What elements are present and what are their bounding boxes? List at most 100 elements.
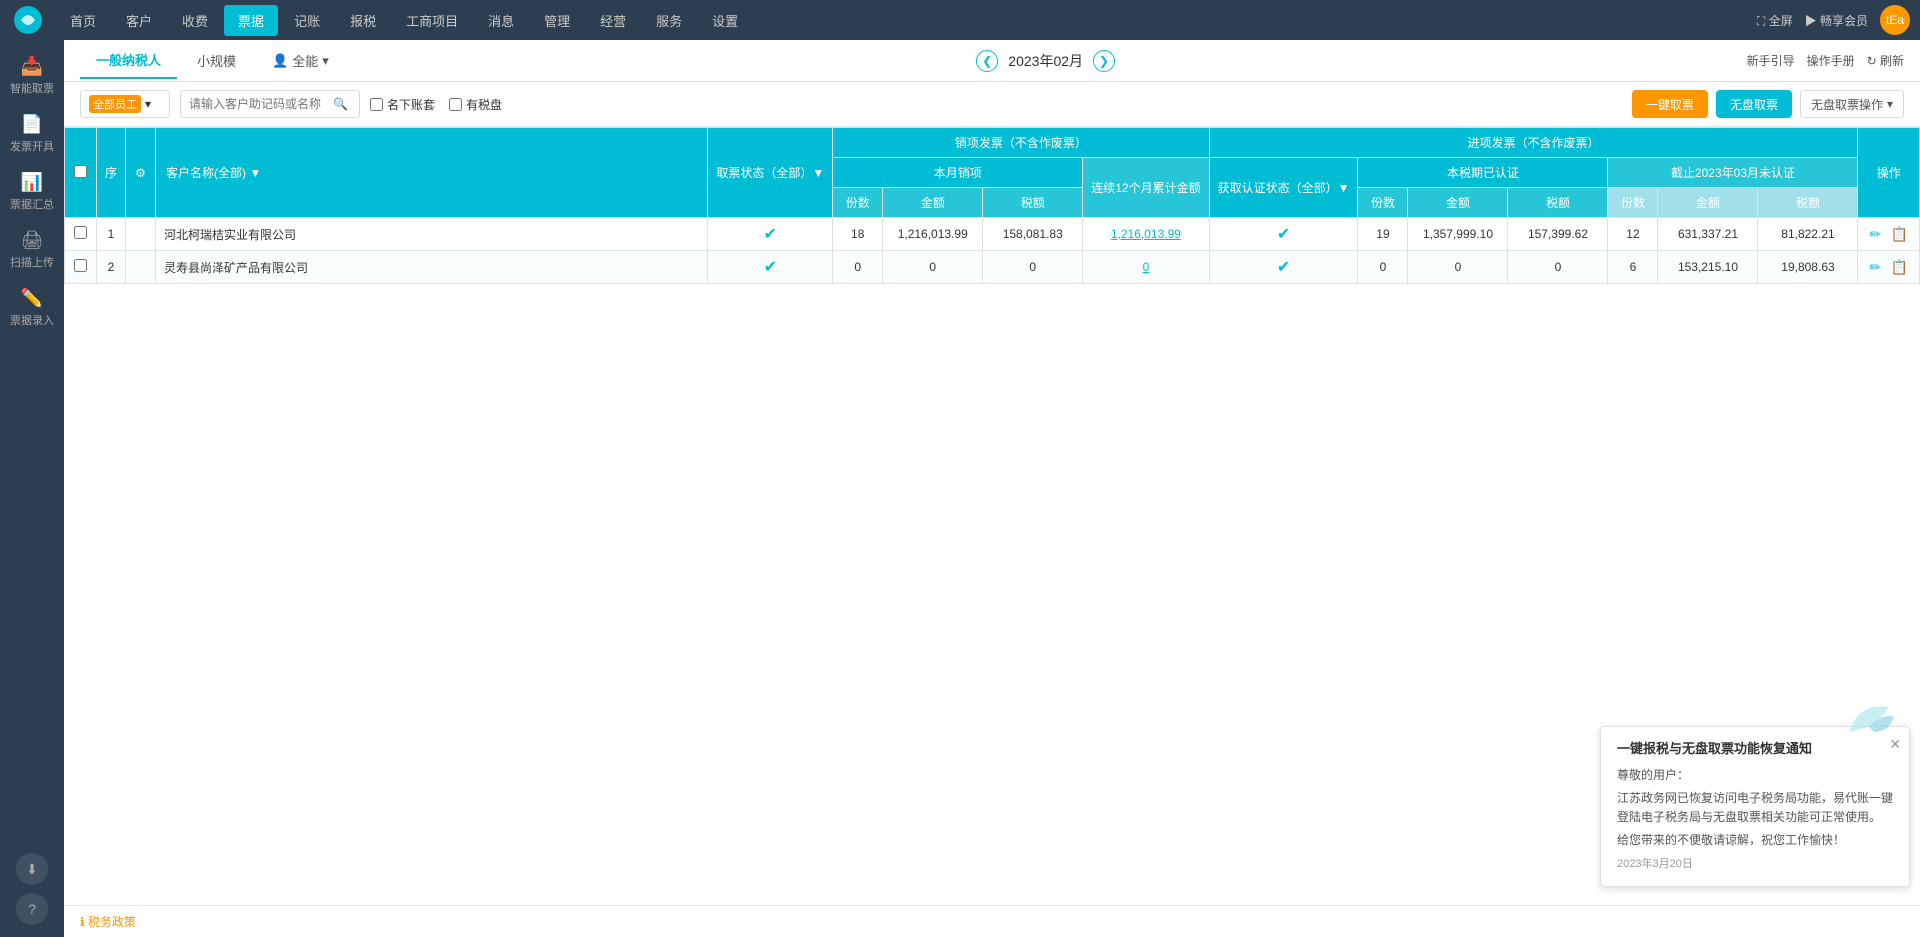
checkbox-my-account-input[interactable] [370, 98, 383, 111]
checkbox-group: 名下账套 有税盘 [370, 96, 502, 113]
staff-selector[interactable]: 全部员工 ▾ [80, 90, 170, 118]
manual-btn[interactable]: 操作手册 [1807, 52, 1855, 69]
entry-icon: ✏️ [8, 288, 56, 309]
nav-client[interactable]: 客户 [112, 5, 166, 36]
edit-icon[interactable]: ✏ [1869, 226, 1881, 242]
row-name: 灵寿县尚泽矿产品有限公司 [156, 251, 708, 284]
tab-all[interactable]: 👤 全能 ▾ [256, 43, 345, 78]
th-settings-icon[interactable]: ⚙ [126, 128, 156, 218]
vip-btn[interactable]: ▶ 畅享会员 [1805, 12, 1868, 29]
checkbox-tax-disk-label: 有税盘 [466, 96, 502, 113]
top-navigation: 首页 客户 收费 票据 记账 报税 工商项目 消息 管理 经营 服务 设置 ⛶ … [0, 0, 1920, 40]
nodisk-ops-btn[interactable]: 无盘取票操作 ▾ [1800, 90, 1904, 118]
row-checkbox[interactable] [65, 218, 97, 251]
row-settings [126, 218, 156, 251]
row-settings [126, 251, 156, 284]
th-p-deadline-tax: 税额 [1758, 188, 1858, 218]
nav-settings[interactable]: 设置 [698, 5, 752, 36]
row-p-period-amount: 1,357,999.10 [1408, 218, 1508, 251]
search-input[interactable] [189, 97, 329, 111]
sidebar-label-entry: 票据录入 [8, 312, 56, 328]
tab-general[interactable]: 一般纳税人 [80, 42, 177, 79]
current-month: 2023年02月 [1008, 51, 1083, 71]
th-sales-cumulative: 连续12个月累计金额 [1083, 158, 1209, 218]
detail-icon[interactable]: 📋 [1891, 259, 1908, 275]
next-month-btn[interactable]: ❯ [1093, 50, 1115, 72]
checkbox-my-account[interactable]: 名下账套 [370, 96, 435, 113]
nav-home[interactable]: 首页 [56, 5, 110, 36]
one-click-fetch-btn[interactable]: 一键取票 [1632, 90, 1708, 118]
app-logo [10, 2, 46, 38]
sidebar-item-issue[interactable]: 📄 发票开具 [4, 106, 60, 162]
checkbox-my-account-label: 名下账套 [387, 96, 435, 113]
nav-message[interactable]: 消息 [474, 5, 528, 36]
th-action: 操作 [1858, 128, 1920, 218]
sidebar-bottom-icon1[interactable]: ⬇ [16, 853, 48, 885]
search-icon[interactable]: 🔍 [333, 97, 348, 111]
nav-fee[interactable]: 收费 [168, 5, 222, 36]
tab-right-actions: 新手引导 操作手册 ↻ 刷新 [1747, 52, 1904, 69]
th-checkbox [65, 128, 97, 218]
refresh-btn[interactable]: ↻ 刷新 [1867, 52, 1904, 69]
sidebar-label-fetch: 智能取票 [8, 80, 56, 96]
nodisk-fetch-btn[interactable]: 无盘取票 [1716, 90, 1792, 118]
row-sales-tax: 158,081.83 [983, 218, 1083, 251]
table-row: 1 河北柯瑞桔实业有限公司 ✔ 18 1,216,013.99 158,081.… [65, 218, 1920, 251]
nav-bookkeeping[interactable]: 记账 [280, 5, 334, 36]
tab-bar: 一般纳税人 小规模 👤 全能 ▾ ❮ 2023年02月 ❯ 新手引导 操作手册 [64, 40, 1920, 82]
edit-icon[interactable]: ✏ [1869, 259, 1881, 275]
invoice-table: 序 ⚙ 客户名称(全部) ▼ 取票状态（全部）▼ 销项发票（不含作废票） 进项发… [64, 127, 1920, 284]
row-sales-cumulative[interactable]: 0 [1083, 251, 1209, 284]
tax-policy-link[interactable]: 税务政策 [88, 913, 136, 930]
notification-popup: ✕ 一键报税与无盘取票功能恢复通知 尊敬的用户： 江苏政务网已恢复访问电子税务局… [1600, 726, 1910, 887]
detail-icon[interactable]: 📋 [1891, 226, 1908, 242]
row-checkbox[interactable] [65, 251, 97, 284]
nav-business[interactable]: 工商项目 [392, 5, 472, 36]
row-sales-count: 18 [833, 218, 883, 251]
nav-manage[interactable]: 管理 [530, 5, 584, 36]
summary-icon: 📊 [8, 172, 56, 193]
sidebar-item-entry[interactable]: ✏️ 票据录入 [4, 280, 60, 336]
user-avatar[interactable]: tEa [1880, 5, 1910, 35]
checkbox-tax-disk[interactable]: 有税盘 [449, 96, 502, 113]
nav-tax[interactable]: 报税 [336, 5, 390, 36]
fullscreen-btn[interactable]: ⛶ 全屏 [1757, 12, 1793, 29]
nav-operation[interactable]: 经营 [586, 5, 640, 36]
row-p-deadline-count: 12 [1608, 218, 1658, 251]
sidebar-item-summary[interactable]: 📊 票据汇总 [4, 164, 60, 220]
new-guide-btn[interactable]: 新手引导 [1747, 52, 1795, 69]
th-sales-count: 份数 [833, 188, 883, 218]
th-sales-amount: 金额 [883, 188, 983, 218]
nav-invoice[interactable]: 票据 [224, 5, 278, 36]
checkbox-tax-disk-input[interactable] [449, 98, 462, 111]
notification-greeting: 尊敬的用户： [1617, 766, 1893, 785]
sidebar: 📥 智能取票 📄 发票开具 📊 票据汇总 🖨 扫描上传 ✏️ 票据录入 ⬇ ? [0, 40, 64, 937]
sidebar-bottom-icon2[interactable]: ? [16, 893, 48, 925]
issue-icon: 📄 [8, 114, 56, 135]
sidebar-item-fetch[interactable]: 📥 智能取票 [4, 48, 60, 104]
sidebar-item-scan[interactable]: 🖨 扫描上传 [4, 222, 60, 278]
scan-icon: 🖨 [8, 230, 56, 251]
staff-badge: 全部员工 [89, 95, 141, 113]
table-row: 2 灵寿县尚泽矿产品有限公司 ✔ 0 0 0 0 ✔ 0 0 0 6 153,2… [65, 251, 1920, 284]
tab-small[interactable]: 小规模 [181, 43, 252, 78]
month-nav: ❮ 2023年02月 ❯ [976, 50, 1115, 72]
th-p-period-amount: 金额 [1408, 188, 1508, 218]
row-p-deadline-tax: 19,808.63 [1758, 251, 1858, 284]
row-sales-amount: 1,216,013.99 [883, 218, 983, 251]
row-p-deadline-amount: 631,337.21 [1658, 218, 1758, 251]
row-p-deadline-tax: 81,822.21 [1758, 218, 1858, 251]
nav-service[interactable]: 服务 [642, 5, 696, 36]
row-actions: ✏ 📋 [1858, 251, 1920, 284]
th-name: 客户名称(全部) ▼ [156, 128, 708, 218]
bottom-bar: ℹ 税务政策 [64, 905, 1920, 937]
toolbar-right: 一键取票 无盘取票 无盘取票操作 ▾ [1632, 90, 1904, 118]
th-p-period-count: 份数 [1358, 188, 1408, 218]
row-cert-status: ✔ [1209, 251, 1358, 284]
notification-date: 2023年3月20日 [1617, 856, 1893, 874]
row-fetch-status: ✔ [708, 251, 833, 284]
prev-month-btn[interactable]: ❮ [976, 50, 998, 72]
select-all-checkbox[interactable] [74, 165, 87, 178]
row-sales-cumulative[interactable]: 1,216,013.99 [1083, 218, 1209, 251]
tab-all-icon: 👤 [272, 53, 288, 69]
